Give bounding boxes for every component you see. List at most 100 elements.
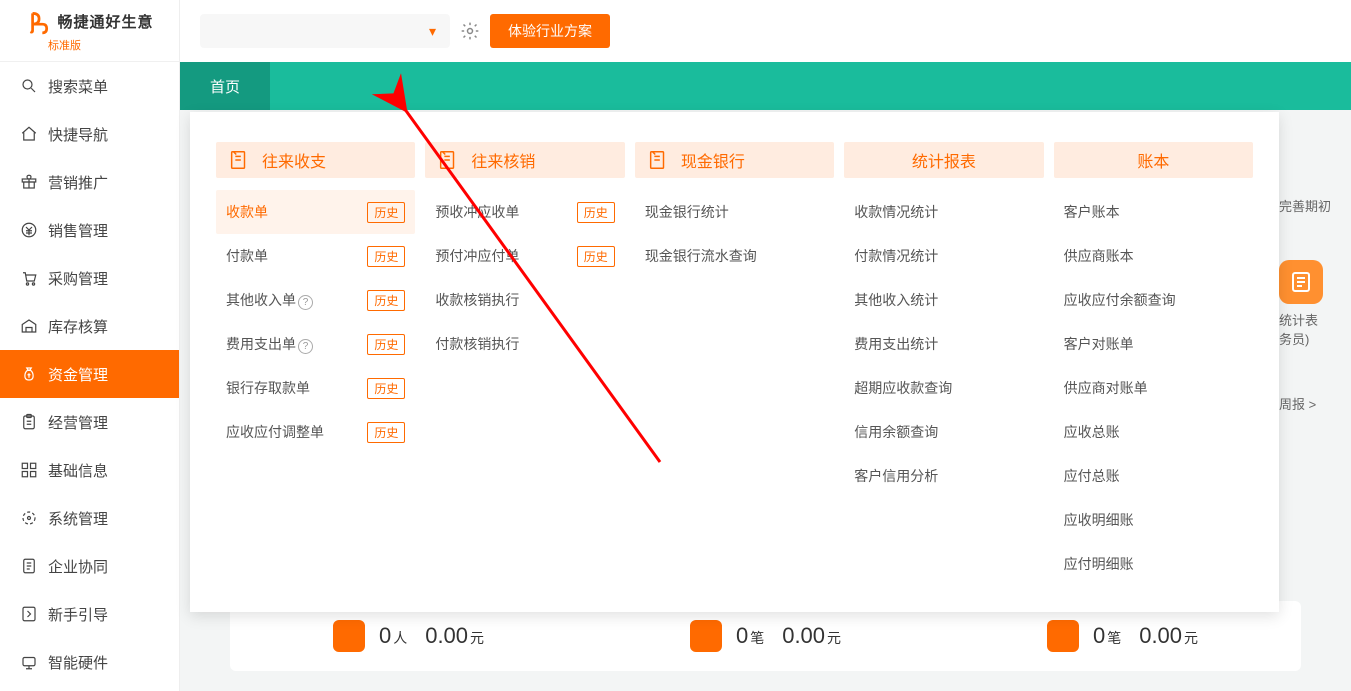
mega-item-label: 费用支出单? [226, 334, 313, 354]
mega-item-label: 收款情况统计 [854, 202, 938, 222]
history-badge[interactable]: 历史 [367, 202, 405, 223]
mega-head-3: 统计报表 [844, 142, 1043, 178]
mega-item-0-4[interactable]: 银行存取款单历史 [216, 366, 415, 410]
gear-icon[interactable] [460, 21, 480, 41]
stat-text: 0笔0.00元 [736, 623, 841, 649]
mega-item-3-5[interactable]: 信用余额查询 [844, 410, 1043, 454]
mega-item-1-3[interactable]: 付款核销执行 [425, 322, 624, 366]
sidebar-item-6[interactable]: 资金管理 [0, 350, 179, 398]
mega-item-4-1[interactable]: 供应商账本 [1054, 234, 1253, 278]
mega-list-4: 客户账本供应商账本应收应付余额查询客户对账单供应商对账单应收总账应付总账应收明细… [1054, 190, 1253, 586]
doc-note-icon [228, 149, 250, 171]
sidebar-item-7[interactable]: 经营管理 [0, 398, 179, 446]
tab-strip: 首页 [180, 62, 1351, 110]
chevron-down-icon: ▾ [429, 23, 436, 40]
sidebar-item-8[interactable]: 基础信息 [0, 446, 179, 494]
mega-col-4: 账本客户账本供应商账本应收应付余额查询客户对账单供应商对账单应收总账应付总账应收… [1054, 142, 1253, 582]
mega-item-2-0[interactable]: 现金银行统计 [635, 190, 834, 234]
sidebar-item-1[interactable]: 快捷导航 [0, 110, 179, 158]
mega-col-3: 统计报表收款情况统计付款情况统计其他收入统计费用支出统计超期应收款查询信用余额查… [844, 142, 1043, 582]
sidebar-item-label: 资金管理 [48, 364, 108, 385]
peek-stats-label-b: 务员) [1279, 329, 1351, 348]
sidebar-item-0[interactable]: 搜索菜单 [0, 62, 179, 110]
tab-home[interactable]: 首页 [180, 62, 270, 110]
logo-sub: 标准版 [48, 37, 81, 53]
help-icon[interactable]: ? [298, 339, 313, 354]
sidebar-item-4[interactable]: 采购管理 [0, 254, 179, 302]
mega-item-label: 预收冲应收单 [435, 202, 519, 222]
history-badge[interactable]: 历史 [367, 246, 405, 267]
mega-item-0-0[interactable]: 收款单 历史 [216, 190, 415, 234]
mega-item-1-2[interactable]: 收款核销执行 [425, 278, 624, 322]
rmb-icon [20, 221, 38, 239]
mega-item-label: 信用余额查询 [854, 422, 938, 442]
peek-complete-initial[interactable]: 完善期初 [1279, 180, 1351, 230]
mega-item-0-3[interactable]: 费用支出单? 历史 [216, 322, 415, 366]
sidebar-item-9[interactable]: 系统管理 [0, 494, 179, 542]
sidebar-item-label: 营销推广 [48, 172, 108, 193]
stat-icon [1047, 620, 1079, 652]
mega-item-3-1[interactable]: 付款情况统计 [844, 234, 1043, 278]
stat-icon [333, 620, 365, 652]
sidebar-item-10[interactable]: 企业协同 [0, 542, 179, 590]
mega-item-label: 费用支出统计 [854, 334, 938, 354]
sidebar-item-label: 基础信息 [48, 460, 108, 481]
mega-item-0-5[interactable]: 应收应付调整单 历史 [216, 410, 415, 454]
mega-head-label: 账本 [1137, 148, 1169, 172]
sidebar: 畅捷通好生意 标准版 搜索菜单快捷导航营销推广销售管理采购管理库存核算资金管理经… [0, 0, 180, 691]
mega-item-label: 客户账本 [1064, 202, 1120, 222]
mega-item-4-7[interactable]: 应收明细账 [1054, 498, 1253, 542]
mega-item-label: 应收应付调整单 [226, 422, 324, 442]
history-badge[interactable]: 历史 [367, 378, 405, 399]
gift-icon [20, 173, 38, 191]
mega-menu: 往来收支收款单历史付款单历史其他收入单?历史费用支出单?历史银行存取款单历史应收… [190, 112, 1279, 612]
mega-item-4-8[interactable]: 应付明细账 [1054, 542, 1253, 586]
stat-block-2: 0笔0.00元 [1047, 620, 1198, 652]
history-badge[interactable]: 历史 [367, 334, 405, 355]
mega-item-3-0[interactable]: 收款情况统计 [844, 190, 1043, 234]
peek-badge-block: 统计表 务员) [1279, 260, 1351, 348]
sidebar-item-3[interactable]: 销售管理 [0, 206, 179, 254]
mega-item-0-1[interactable]: 付款单历史 [216, 234, 415, 278]
mega-item-4-2[interactable]: 应收应付余额查询 [1054, 278, 1253, 322]
mega-item-2-1[interactable]: 现金银行流水查询 [635, 234, 834, 278]
mega-item-3-3[interactable]: 费用支出统计 [844, 322, 1043, 366]
mega-item-1-1[interactable]: 预付冲应付单历史 [425, 234, 624, 278]
mega-item-3-2[interactable]: 其他收入统计 [844, 278, 1043, 322]
history-badge[interactable]: 历史 [577, 246, 615, 267]
mega-head-label: 往来收支 [262, 148, 326, 172]
mega-item-4-0[interactable]: 客户账本 [1054, 190, 1253, 234]
mega-item-0-2[interactable]: 其他收入单?历史 [216, 278, 415, 322]
sidebar-item-label: 销售管理 [48, 220, 108, 241]
search-icon [20, 77, 38, 95]
mega-item-4-3[interactable]: 客户对账单 [1054, 322, 1253, 366]
mega-head-4: 账本 [1054, 142, 1253, 178]
sidebar-item-11[interactable]: 新手引导 [0, 590, 179, 638]
history-badge[interactable]: 历史 [367, 290, 405, 311]
history-badge[interactable]: 历史 [577, 202, 615, 223]
app-root: 畅捷通好生意 标准版 搜索菜单快捷导航营销推广销售管理采购管理库存核算资金管理经… [0, 0, 1351, 691]
mega-list-2: 现金银行统计现金银行流水查询 [635, 190, 834, 278]
mega-item-3-4[interactable]: 超期应收款查询 [844, 366, 1043, 410]
mega-item-label: 收款单 [226, 202, 268, 222]
mega-item-label: 现金银行流水查询 [645, 246, 757, 266]
home-icon [20, 125, 38, 143]
sidebar-item-2[interactable]: 营销推广 [0, 158, 179, 206]
report-badge-icon[interactable] [1279, 260, 1323, 304]
cart-icon [20, 269, 38, 287]
mega-item-1-0[interactable]: 预收冲应收单 历史 [425, 190, 624, 234]
doc-icon [20, 557, 38, 575]
sidebar-item-12[interactable]: 智能硬件 [0, 638, 179, 686]
help-icon[interactable]: ? [298, 295, 313, 310]
peek-weekly-link[interactable]: 周报 > [1279, 378, 1351, 428]
mega-item-3-6[interactable]: 客户信用分析 [844, 454, 1043, 498]
experience-button[interactable]: 体验行业方案 [490, 14, 610, 48]
history-badge[interactable]: 历史 [367, 422, 405, 443]
device-icon [20, 653, 38, 671]
mega-item-4-4[interactable]: 供应商对账单 [1054, 366, 1253, 410]
company-selector[interactable]: ▾ [200, 14, 450, 48]
sidebar-item-5[interactable]: 库存核算 [0, 302, 179, 350]
main-area: ▾ 体验行业方案 首页 完善期初 统计表 务员) 周报 > 0人0.00元0笔0… [180, 0, 1351, 691]
mega-item-4-6[interactable]: 应付总账 [1054, 454, 1253, 498]
mega-item-4-5[interactable]: 应收总账 [1054, 410, 1253, 454]
